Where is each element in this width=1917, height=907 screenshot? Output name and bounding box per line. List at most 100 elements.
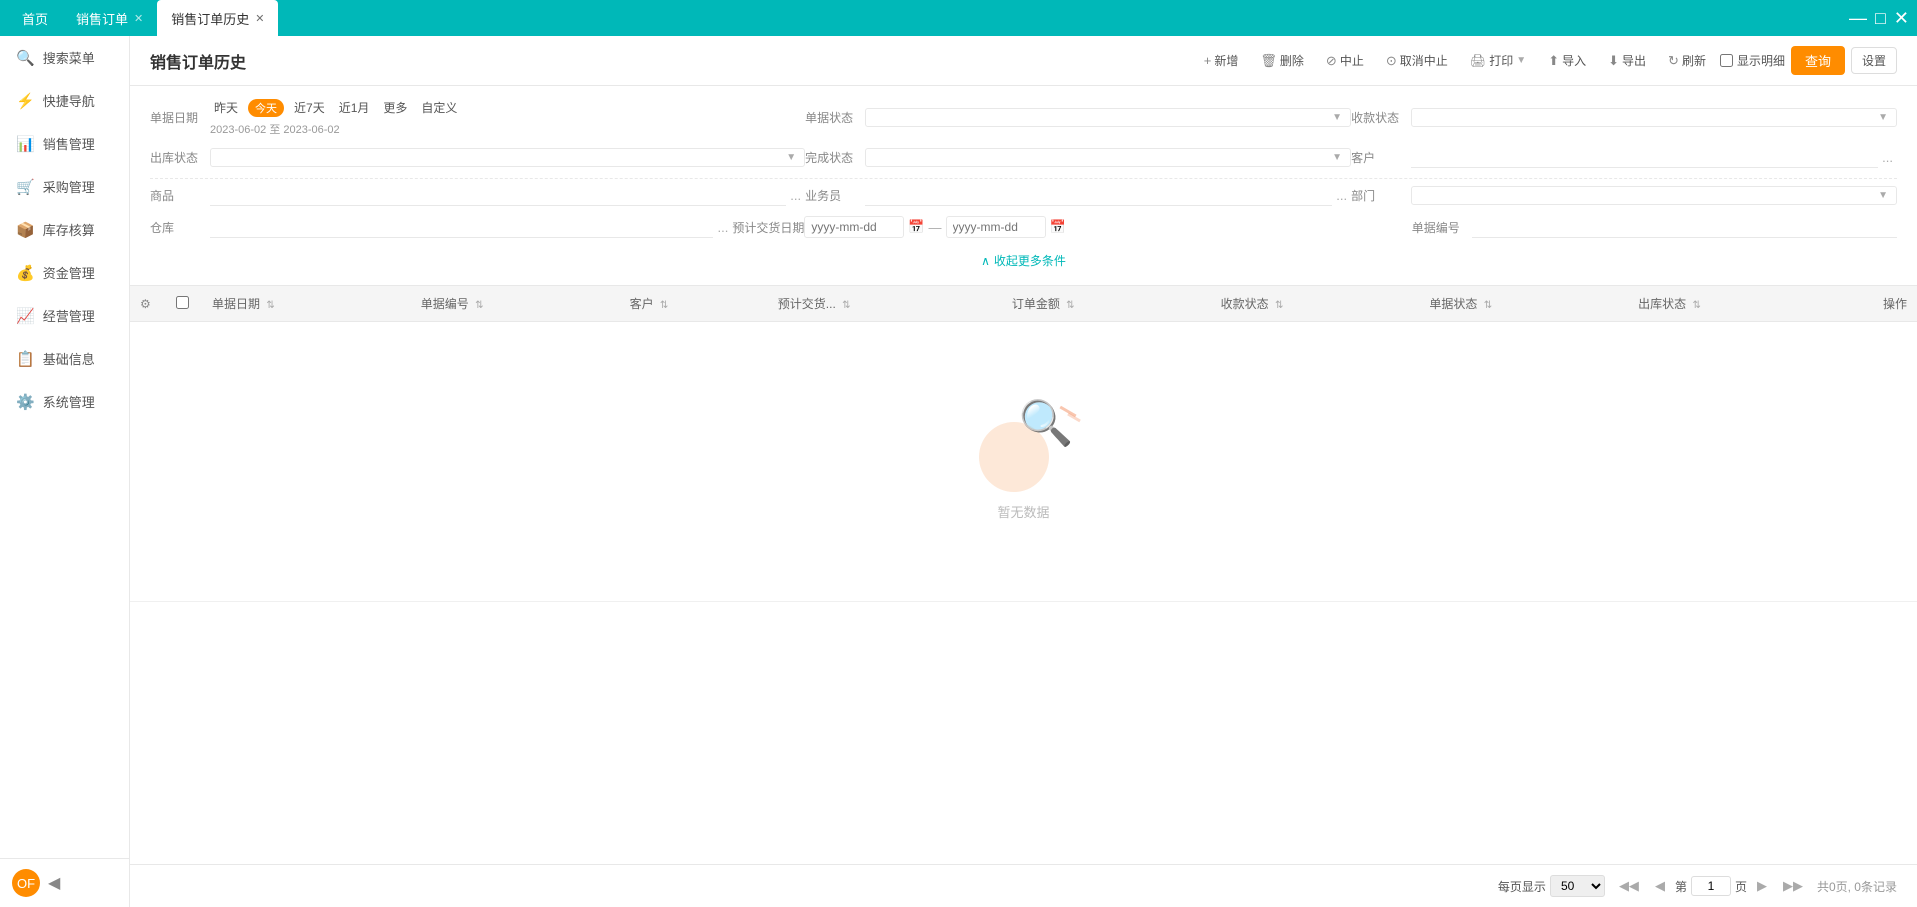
last-page-btn[interactable]: ▶▶ <box>1777 876 1809 896</box>
delete-button[interactable]: 🗑 删除 <box>1252 48 1312 73</box>
sidebar-item-inventory[interactable]: 📦 库存核算 <box>0 208 129 251</box>
export-button[interactable]: ⬇ 导出 <box>1600 48 1654 73</box>
sort-out-status-icon[interactable]: ⇅ <box>1693 300 1701 311</box>
quick-nav-icon: ⚡ <box>16 92 35 110</box>
filter-row-3: 商品 ... 业务员 ... 部门 ▼ <box>150 185 1897 206</box>
dept-select[interactable]: ▼ <box>1411 186 1897 205</box>
sort-date-icon[interactable]: ⇅ <box>266 300 274 311</box>
page-input[interactable] <box>1691 876 1731 896</box>
display-toggle[interactable]: 显示明细 <box>1720 52 1785 69</box>
sort-expect-date-icon[interactable]: ⇅ <box>842 300 850 311</box>
import-button[interactable]: ⬆ 导入 <box>1540 48 1594 73</box>
select-all-checkbox[interactable] <box>176 296 189 309</box>
out-stock-select[interactable]: ▼ <box>210 148 805 167</box>
expect-date-to[interactable] <box>946 216 1046 238</box>
th-settings: ⚙ <box>130 286 166 322</box>
receipt-status-select[interactable]: ▼ <box>1411 108 1897 127</box>
customer-input[interactable] <box>1411 147 1878 168</box>
refresh-icon: ↻ <box>1668 53 1679 69</box>
search-menu-icon: 🔍 <box>16 49 35 67</box>
tab-close-sales-order[interactable]: ✕ <box>134 12 143 25</box>
goods-input[interactable] <box>210 185 786 206</box>
page-header: 销售订单历史 + 新增 🗑 删除 ⊘ 中止 ⊙ 取消中止 <box>130 36 1917 86</box>
query-button[interactable]: 查询 <box>1791 46 1845 75</box>
refresh-button[interactable]: ↻ 刷新 <box>1660 48 1714 73</box>
date-yesterday-btn[interactable]: 昨天 <box>210 98 242 117</box>
close-btn[interactable]: ✕ <box>1894 9 1909 27</box>
stop-button[interactable]: ⊘ 中止 <box>1318 48 1372 73</box>
cancel-stop-button[interactable]: ⊙ 取消中止 <box>1378 48 1456 73</box>
date-custom-btn[interactable]: 自定义 <box>417 98 461 117</box>
th-date: 单据日期 ⇅ <box>202 286 411 322</box>
print-button[interactable]: 🖨 打印 ▼ <box>1462 48 1534 73</box>
date-more-btn[interactable]: 更多 <box>379 98 411 117</box>
add-button[interactable]: + 新增 <box>1196 48 1247 73</box>
collapse-container: ∧ 收起更多条件 <box>150 248 1897 273</box>
first-page-btn[interactable]: ◀◀ <box>1613 876 1645 896</box>
user-avatar[interactable]: OF <box>12 869 40 897</box>
page-size: 每页显示 50 20 100 <box>1498 875 1605 897</box>
page-nav: ◀◀ ◀ 第 页 ▶ ▶▶ <box>1613 876 1809 896</box>
sort-doc-no-icon[interactable]: ⇅ <box>475 300 483 311</box>
date-filter-options: 昨天 今天 近7天 近1月 更多 自定义 <box>210 98 805 117</box>
receipt-status-chevron: ▼ <box>1878 112 1888 123</box>
tab-home[interactable]: 首页 <box>8 0 62 36</box>
ops-icon: 📈 <box>16 307 35 325</box>
minimize-btn[interactable]: — <box>1849 9 1867 27</box>
sidebar-item-search-menu[interactable]: 🔍 搜索菜单 <box>0 36 129 79</box>
tab-close-history[interactable]: ✕ <box>255 12 264 25</box>
date-7days-btn[interactable]: 近7天 <box>290 98 329 117</box>
sidebar-item-finance[interactable]: 💰 资金管理 <box>0 251 129 294</box>
th-amount: 订单金额 ⇅ <box>1002 286 1211 322</box>
complete-status-select[interactable]: ▼ <box>865 148 1351 167</box>
sidebar-item-sys-mgmt[interactable]: ⚙️ 系统管理 <box>0 380 129 423</box>
sort-customer-icon[interactable]: ⇅ <box>660 300 668 311</box>
date-range-display: 2023-06-02 至 2023-06-02 <box>210 121 805 137</box>
expect-date-from[interactable] <box>804 216 904 238</box>
sidebar-bottom: OF ◀ <box>0 858 129 907</box>
sidebar-item-purchase-mgmt[interactable]: 🛒 采购管理 <box>0 165 129 208</box>
empty-row: 🔍 暂无数据 <box>130 322 1917 602</box>
calendar-to-icon[interactable]: 📅 <box>1050 219 1066 235</box>
doc-no-input[interactable] <box>1472 217 1897 238</box>
date-1month-btn[interactable]: 近1月 <box>335 98 374 117</box>
basic-info-icon: 📋 <box>16 350 35 368</box>
table-settings-icon[interactable]: ⚙ <box>140 297 151 311</box>
warehouse-input[interactable] <box>210 217 713 238</box>
sort-amount-icon[interactable]: ⇅ <box>1066 300 1074 311</box>
complete-status-chevron: ▼ <box>1332 152 1342 163</box>
collapse-btn[interactable]: ∧ 收起更多条件 <box>150 248 1897 273</box>
tab-sales-order-history[interactable]: 销售订单历史 ✕ <box>157 0 278 36</box>
page-size-dropdown[interactable]: 50 20 100 <box>1550 875 1605 897</box>
staff-ellipsis[interactable]: ... <box>1332 188 1351 203</box>
calendar-from-icon[interactable]: 📅 <box>908 219 924 235</box>
sort-receipt-icon[interactable]: ⇅ <box>1275 300 1283 311</box>
display-toggle-checkbox[interactable] <box>1720 54 1733 67</box>
sidebar-item-ops[interactable]: 📈 经营管理 <box>0 294 129 337</box>
customer-ellipsis[interactable]: ... <box>1878 150 1897 165</box>
sidebar-item-basic-info[interactable]: 📋 基础信息 <box>0 337 129 380</box>
filter-goods: 商品 ... <box>150 185 805 206</box>
sidebar-item-sales-mgmt[interactable]: 📊 销售管理 <box>0 122 129 165</box>
maximize-btn[interactable]: □ <box>1875 9 1886 27</box>
sidebar-collapse-btn[interactable]: ◀ <box>48 873 60 893</box>
window-controls: — □ ✕ <box>1849 9 1909 27</box>
date-today-btn[interactable]: 今天 <box>248 99 284 117</box>
sales-mgmt-icon: 📊 <box>16 135 35 153</box>
sidebar-item-quick-nav[interactable]: ⚡ 快捷导航 <box>0 79 129 122</box>
next-page-btn[interactable]: ▶ <box>1751 876 1773 896</box>
filter-doc-no: 单据编号 <box>1412 217 1897 238</box>
expect-date-group: 📅 — 📅 <box>804 216 1065 238</box>
prev-page-btn[interactable]: ◀ <box>1649 876 1671 896</box>
settings-button[interactable]: 设置 <box>1851 47 1897 74</box>
tab-sales-order[interactable]: 销售订单 ✕ <box>62 0 157 36</box>
doc-status-select[interactable]: ▼ <box>865 108 1351 127</box>
filter-date: 单据日期 昨天 今天 近7天 近1月 更多 自定义 2023-06-02 至 2… <box>150 98 805 137</box>
empty-illustration: 🔍 <box>969 402 1079 492</box>
purchase-mgmt-icon: 🛒 <box>16 178 35 196</box>
staff-input[interactable] <box>865 185 1332 206</box>
goods-ellipsis[interactable]: ... <box>786 188 805 203</box>
warehouse-ellipsis[interactable]: ... <box>713 220 732 235</box>
top-bar: 首页 销售订单 ✕ 销售订单历史 ✕ — □ ✕ <box>0 0 1917 36</box>
sort-doc-status-icon[interactable]: ⇅ <box>1484 300 1492 311</box>
